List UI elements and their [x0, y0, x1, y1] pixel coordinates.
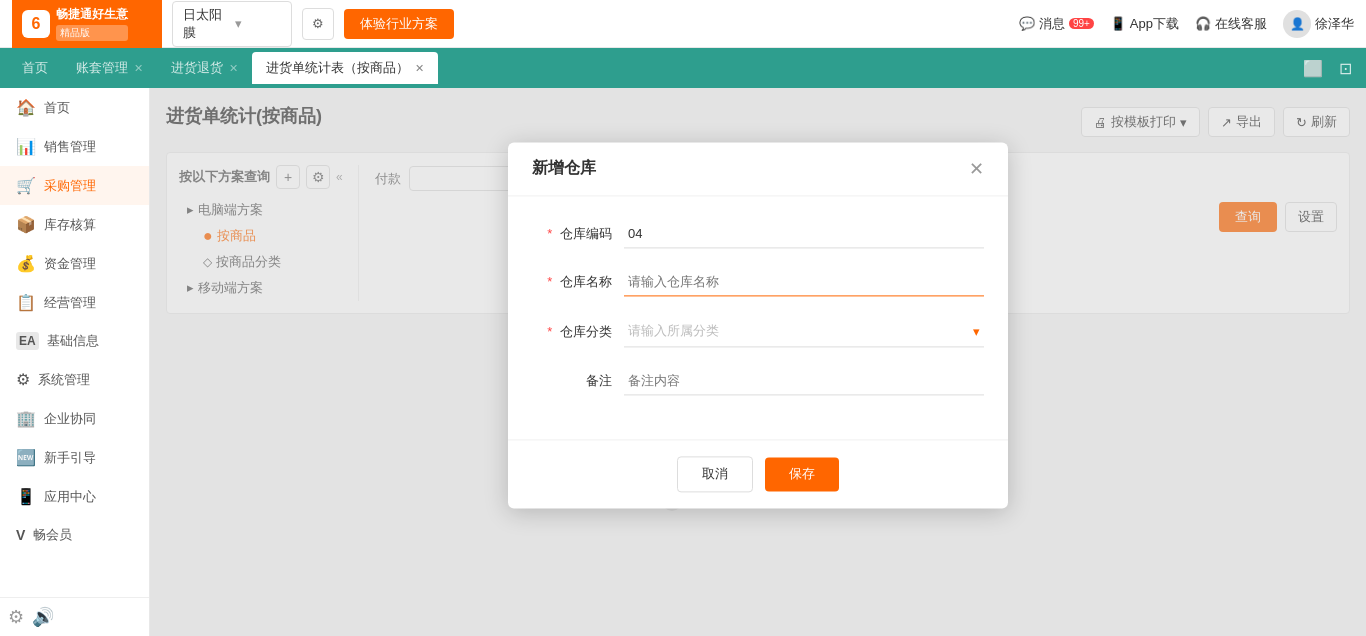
- settings-icon-btn[interactable]: ⚙: [302, 8, 334, 40]
- save-button[interactable]: 保存: [765, 457, 839, 491]
- tab-actions: ⬜ ⊡: [1297, 57, 1358, 80]
- tab-home[interactable]: 首页: [8, 52, 62, 84]
- message-icon: 💬: [1019, 16, 1035, 31]
- sidebar-item-sales[interactable]: 📊 销售管理: [0, 127, 149, 166]
- warehouse-name-input[interactable]: [624, 268, 984, 296]
- user-profile[interactable]: 👤 徐泽华: [1283, 10, 1354, 38]
- phone-icon: 📱: [1110, 16, 1126, 31]
- inventory-icon: 📦: [16, 215, 36, 234]
- main-layout: 🏠 首页 📊 销售管理 🛒 采购管理 📦 库存核算 💰 资金管理 📋 经营管理 …: [0, 88, 1366, 636]
- headset-icon: 🎧: [1195, 16, 1211, 31]
- warehouse-category-label: * 仓库分类: [532, 323, 612, 341]
- warehouse-note-input[interactable]: [624, 367, 984, 395]
- tab-close-purchase-stats[interactable]: ✕: [415, 62, 424, 75]
- sidebar-item-finance[interactable]: 💰 资金管理: [0, 244, 149, 283]
- warehouse-note-label: 备注: [532, 372, 612, 390]
- try-industry-button[interactable]: 体验行业方案: [344, 9, 454, 39]
- newbie-icon: 🆕: [16, 448, 36, 467]
- sidebar-sound-icon[interactable]: 🔊: [32, 606, 54, 628]
- enterprise-icon: 🏢: [16, 409, 36, 428]
- tab-account[interactable]: 账套管理 ✕: [62, 52, 157, 84]
- modal-header: 新增仓库 ✕: [508, 142, 1008, 196]
- sidebar-item-enterprise[interactable]: 🏢 企业协同: [0, 399, 149, 438]
- sales-icon: 📊: [16, 137, 36, 156]
- sidebar-item-home[interactable]: 🏠 首页: [0, 88, 149, 127]
- online-service-button[interactable]: 🎧 在线客服: [1195, 15, 1267, 33]
- sidebar-item-management[interactable]: 📋 经营管理: [0, 283, 149, 322]
- management-icon: 📋: [16, 293, 36, 312]
- basic-info-icon: EA: [16, 332, 39, 350]
- sidebar-item-purchase[interactable]: 🛒 采购管理: [0, 166, 149, 205]
- avatar: 👤: [1283, 10, 1311, 38]
- warehouse-name-row: * 仓库名称: [532, 268, 984, 296]
- tab-bar: 首页 账套管理 ✕ 进货退货 ✕ 进货单统计表（按商品） ✕ ⬜ ⊡: [0, 48, 1366, 88]
- top-header: 6 畅捷通好生意 精品版 日太阳膜 ▾ ⚙ 体验行业方案 💬 消息 99+ 📱 …: [0, 0, 1366, 48]
- system-icon: ⚙: [16, 370, 30, 389]
- logo-text: 畅捷通好生意 精品版: [56, 6, 128, 41]
- sidebar: 🏠 首页 📊 销售管理 🛒 采购管理 📦 库存核算 💰 资金管理 📋 经营管理 …: [0, 88, 150, 636]
- content-area: 进货单统计(按商品) 🖨 按模板打印 ▾ ↗ 导出 ↻ 刷新: [150, 88, 1366, 636]
- warehouse-code-row: * 仓库编码: [532, 220, 984, 248]
- app-download-button[interactable]: 📱 App下载: [1110, 15, 1179, 33]
- purchase-icon: 🛒: [16, 176, 36, 195]
- tab-purchase-return[interactable]: 进货退货 ✕: [157, 52, 252, 84]
- warehouse-code-label: * 仓库编码: [532, 225, 612, 243]
- finance-icon: 💰: [16, 254, 36, 273]
- cancel-button[interactable]: 取消: [677, 456, 753, 492]
- sidebar-item-inventory[interactable]: 📦 库存核算: [0, 205, 149, 244]
- sidebar-settings-icon[interactable]: ⚙: [8, 606, 24, 628]
- tab-purchase-stats[interactable]: 进货单统计表（按商品） ✕: [252, 52, 438, 84]
- home-icon: 🏠: [16, 98, 36, 117]
- sidebar-item-system[interactable]: ⚙ 系统管理: [0, 360, 149, 399]
- member-icon: V: [16, 527, 25, 543]
- sidebar-item-newbie[interactable]: 🆕 新手引导: [0, 438, 149, 477]
- tab-restore-icon[interactable]: ⬜: [1297, 57, 1329, 80]
- category-dropdown-icon: ▾: [973, 324, 980, 339]
- warehouse-category-row: * 仓库分类 请输入所属分类 ▾: [532, 316, 984, 347]
- add-warehouse-modal: 新增仓库 ✕ * 仓库编码 *: [508, 142, 1008, 508]
- sidebar-item-app-center[interactable]: 📱 应用中心: [0, 477, 149, 516]
- sidebar-item-basic-info[interactable]: EA 基础信息: [0, 322, 149, 360]
- logo-area: 6 畅捷通好生意 精品版: [12, 0, 162, 48]
- warehouse-category-select[interactable]: 请输入所属分类 ▾: [624, 316, 984, 347]
- store-selector[interactable]: 日太阳膜 ▾: [172, 1, 292, 47]
- sidebar-item-member[interactable]: V 畅会员: [0, 516, 149, 554]
- logo-icon: 6: [22, 10, 50, 38]
- modal-footer: 取消 保存: [508, 439, 1008, 508]
- warehouse-code-input[interactable]: [624, 220, 984, 248]
- tab-close-account[interactable]: ✕: [134, 62, 143, 75]
- sidebar-bottom: ⚙ 🔊: [0, 597, 149, 636]
- modal-close-button[interactable]: ✕: [969, 160, 984, 178]
- warehouse-note-row: 备注: [532, 367, 984, 395]
- app-center-icon: 📱: [16, 487, 36, 506]
- warehouse-name-label: * 仓库名称: [532, 273, 612, 291]
- header-right: 💬 消息 99+ 📱 App下载 🎧 在线客服 👤 徐泽华: [1019, 10, 1354, 38]
- modal-container: 新增仓库 ✕ * 仓库编码 *: [508, 142, 1008, 508]
- message-button[interactable]: 💬 消息 99+: [1019, 15, 1094, 33]
- modal-body: * 仓库编码 * 仓库名称: [508, 196, 1008, 439]
- tab-close-purchase-return[interactable]: ✕: [229, 62, 238, 75]
- tab-fullscreen-icon[interactable]: ⊡: [1333, 57, 1358, 80]
